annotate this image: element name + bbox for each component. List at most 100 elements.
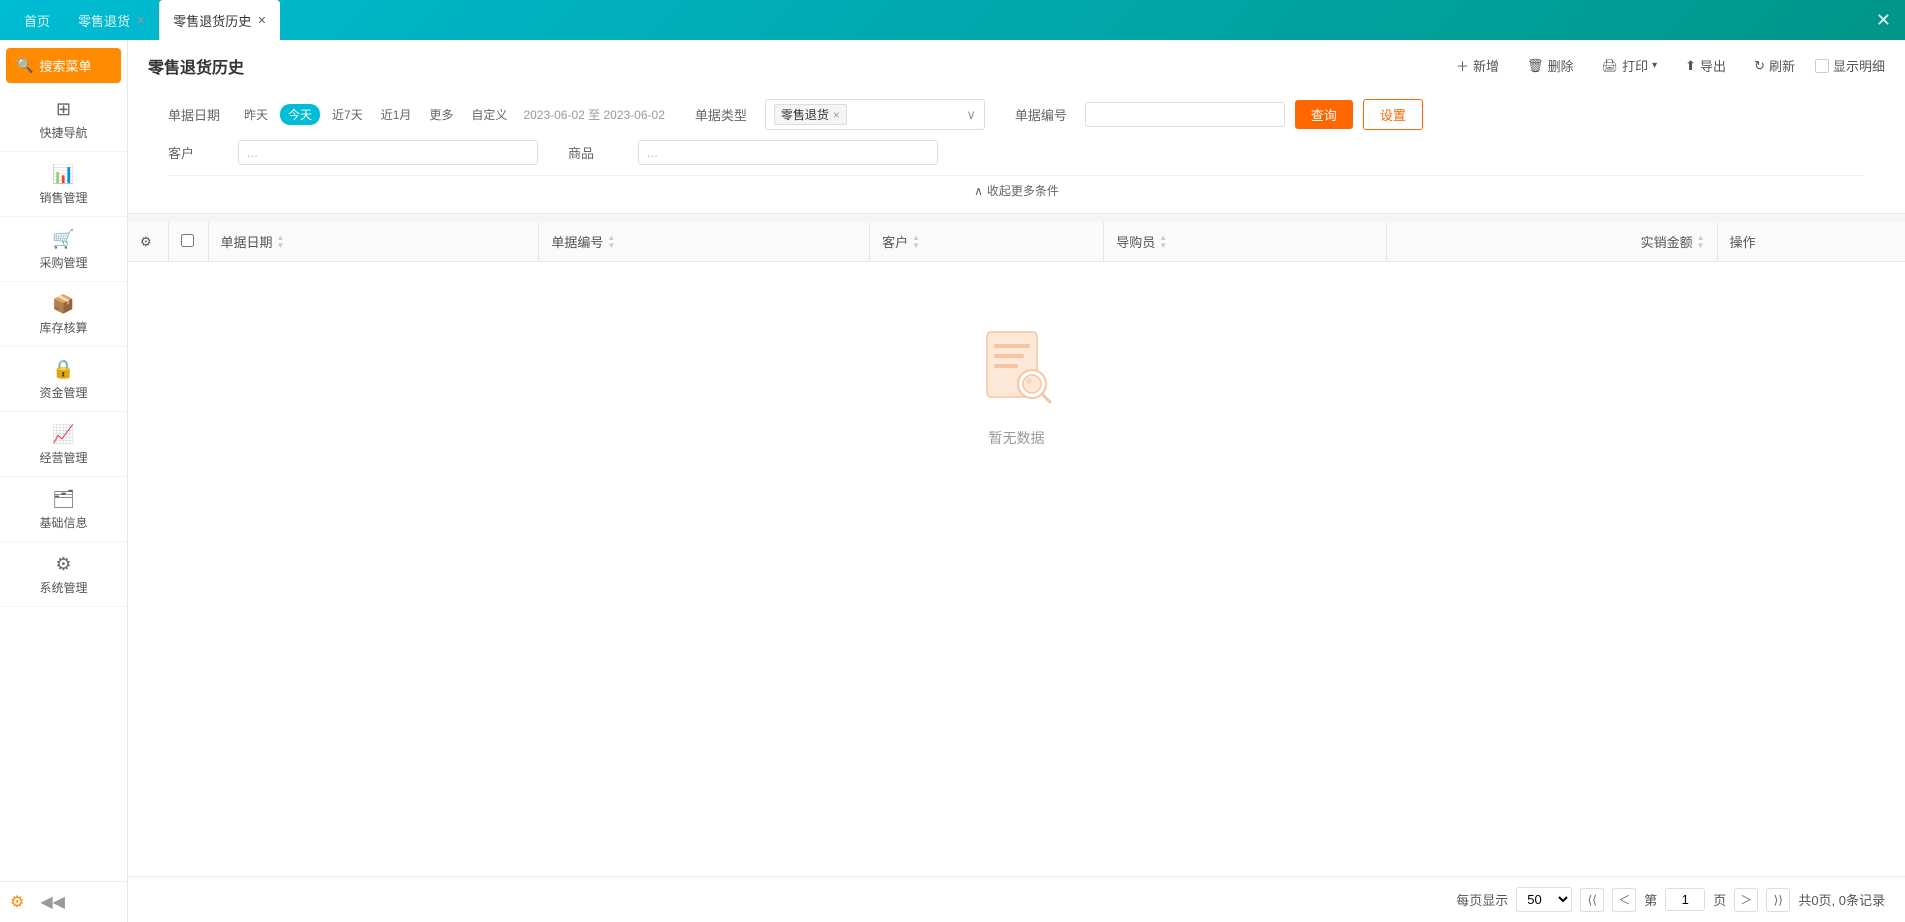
goods-label: 商品 <box>568 143 628 162</box>
query-button[interactable]: 查询 <box>1295 100 1353 129</box>
add-button[interactable]: ＋ 新增 <box>1448 52 1507 79</box>
sidebar-item-inventory[interactable]: 📦 库存核算 <box>0 282 127 347</box>
collapse-bar[interactable]: ∧ 收起更多条件 <box>168 175 1865 205</box>
first-page-button[interactable]: ⟨⟨ <box>1580 888 1604 912</box>
settings-button[interactable]: 设置 <box>1363 99 1423 130</box>
customer-label: 客户 <box>168 143 228 162</box>
filter-row-2: 客户 ... 商品 ... <box>168 140 1865 165</box>
operations-icon: 📈 <box>52 424 74 445</box>
number-label: 单据编号 <box>1015 105 1075 124</box>
th-settings[interactable]: ⚙ <box>128 222 168 262</box>
sidebar-item-quick-nav[interactable]: ⊞ 快捷导航 <box>0 87 127 152</box>
top-bar: 首页 零售退货 ✕ 零售退货历史 ✕ ✕ <box>0 0 1905 40</box>
export-button[interactable]: ⬆ 导出 <box>1677 52 1734 79</box>
th-date[interactable]: 单据日期 ▲ ▼ <box>208 222 539 262</box>
date-btn-today[interactable]: 今天 <box>280 104 320 125</box>
customer-selector[interactable]: ... <box>238 140 538 165</box>
tab-retail-return-history-close[interactable]: ✕ <box>257 14 266 27</box>
main-layout: 🔍 搜索菜单 ⊞ 快捷导航 📊 销售管理 🛒 采购管理 📦 库存核算 🔒 资金管… <box>0 40 1905 922</box>
tab-bar: 首页 零售退货 ✕ 零售退货历史 ✕ <box>10 0 1876 40</box>
show-detail-checkbox[interactable]: 显示明细 <box>1815 56 1885 75</box>
type-tag: 零售退货 × <box>774 104 847 125</box>
tab-retail-return-history[interactable]: 零售退货历史 ✕ <box>159 0 280 40</box>
data-table: ⚙ 单据日期 ▲ ▼ <box>128 222 1905 488</box>
window-close-button[interactable]: ✕ <box>1876 10 1905 31</box>
date-buttons: 昨天 今天 近7天 近1月 更多 自定义 <box>238 104 513 125</box>
filter-area: 单据日期 昨天 今天 近7天 近1月 更多 自定义 2023-06-02 至 2… <box>148 89 1885 213</box>
type-label: 单据类型 <box>695 105 755 124</box>
quick-nav-icon: ⊞ <box>56 99 71 120</box>
type-tag-remove[interactable]: × <box>833 108 840 122</box>
date-btn-more[interactable]: 更多 <box>423 104 459 125</box>
sort-number-icon[interactable]: ▲ ▼ <box>607 234 615 250</box>
page-input[interactable] <box>1665 888 1705 911</box>
sidebar-item-sys-mgmt[interactable]: ⚙ 系统管理 <box>0 542 127 607</box>
export-icon: ⬆ <box>1685 58 1696 74</box>
sidebar-item-purchase-mgmt[interactable]: 🛒 采购管理 <box>0 217 127 282</box>
select-all-checkbox[interactable] <box>181 234 194 247</box>
empty-text: 暂无数据 <box>989 428 1045 448</box>
sort-guide-icon[interactable]: ▲ ▼ <box>1159 234 1167 250</box>
th-number[interactable]: 单据编号 ▲ ▼ <box>539 222 870 262</box>
sidebar-item-base-info[interactable]: 🗂 基础信息 <box>0 477 127 542</box>
empty-state: 暂无数据 <box>128 262 1905 488</box>
sidebar: 🔍 搜索菜单 ⊞ 快捷导航 📊 销售管理 🛒 采购管理 📦 库存核算 🔒 资金管… <box>0 40 128 922</box>
date-btn-7days[interactable]: 近7天 <box>326 104 369 125</box>
show-detail-checkbox-box[interactable] <box>1815 59 1829 73</box>
last-page-button[interactable]: ⟩⟩ <box>1766 888 1790 912</box>
header-actions: ＋ 新增 🗑 删除 🖨 打印 ▾ ⬆ 导出 <box>1448 52 1885 79</box>
delete-button[interactable]: 🗑 删除 <box>1519 52 1582 79</box>
number-input[interactable] <box>1085 102 1285 127</box>
sidebar-search[interactable]: 🔍 搜索菜单 <box>6 48 121 83</box>
next-page-button[interactable]: ＞ <box>1734 888 1758 912</box>
purchase-icon: 🛒 <box>52 229 74 250</box>
sidebar-item-finance[interactable]: 🔒 资金管理 <box>0 347 127 412</box>
empty-illustration <box>972 322 1062 412</box>
settings-gear-icon[interactable]: ⚙ <box>10 892 24 912</box>
total-info: 共0页, 0条记录 <box>1798 890 1885 909</box>
th-checkbox[interactable] <box>168 222 208 262</box>
date-btn-1month[interactable]: 近1月 <box>375 104 418 125</box>
prev-page-button[interactable]: ＜ <box>1612 888 1636 912</box>
type-chevron-icon: ∨ <box>966 107 976 123</box>
date-btn-custom[interactable]: 自定义 <box>465 104 513 125</box>
main-content: 零售退货历史 ＋ 新增 🗑 删除 🖨 打印 ▾ <box>128 40 1905 922</box>
sort-amount-icon[interactable]: ▲ ▼ <box>1697 234 1705 250</box>
sys-icon: ⚙ <box>55 554 71 575</box>
per-page-select[interactable]: 50 10 20 100 <box>1516 887 1572 912</box>
refresh-button[interactable]: ↻ 刷新 <box>1746 52 1803 79</box>
table-header: ⚙ 单据日期 ▲ ▼ <box>128 222 1905 262</box>
sort-date-icon[interactable]: ▲ ▼ <box>277 234 285 250</box>
tab-retail-return-close[interactable]: ✕ <box>136 14 145 27</box>
sidebar-item-sales-mgmt[interactable]: 📊 销售管理 <box>0 152 127 217</box>
th-amount[interactable]: 实销金额 ▲ ▼ <box>1386 222 1717 262</box>
page-title: 零售退货历史 <box>148 54 244 78</box>
type-selector[interactable]: 零售退货 × ∨ <box>765 99 985 130</box>
add-icon: ＋ <box>1456 56 1469 75</box>
th-customer[interactable]: 客户 ▲ ▼ <box>870 222 1104 262</box>
print-icon: 🖨 <box>1602 58 1619 74</box>
tab-retail-return[interactable]: 零售退货 ✕ <box>64 0 159 40</box>
th-guide[interactable]: 导购员 ▲ ▼ <box>1104 222 1386 262</box>
sidebar-bottom: ⚙ ◀◀ <box>0 881 127 922</box>
pagination-bar: 每页显示 50 10 20 100 ⟨⟨ ＜ 第 页 ＞ ⟩⟩ 共0页, 0条记… <box>128 876 1905 922</box>
inventory-icon: 📦 <box>52 294 74 315</box>
sidebar-item-operations[interactable]: 📈 经营管理 <box>0 412 127 477</box>
print-chevron-icon: ▾ <box>1652 60 1657 71</box>
sales-icon: 📊 <box>52 164 74 185</box>
table-header-row: ⚙ 单据日期 ▲ ▼ <box>128 222 1905 262</box>
delete-icon: 🗑 <box>1527 58 1544 74</box>
goods-selector[interactable]: ... <box>638 140 938 165</box>
table-area: ⚙ 单据日期 ▲ ▼ <box>128 222 1905 876</box>
tab-home[interactable]: 首页 <box>10 0 64 40</box>
print-button[interactable]: 🖨 打印 ▾ <box>1594 52 1666 79</box>
finance-icon: 🔒 <box>52 359 74 380</box>
date-btn-yesterday[interactable]: 昨天 <box>238 104 274 125</box>
sort-customer-icon[interactable]: ▲ ▼ <box>912 234 920 250</box>
th-action: 操作 <box>1717 222 1905 262</box>
column-settings-icon[interactable]: ⚙ <box>140 234 152 249</box>
refresh-icon: ↻ <box>1754 58 1765 74</box>
empty-row: 暂无数据 <box>128 262 1905 489</box>
date-label: 单据日期 <box>168 105 228 124</box>
audio-icon[interactable]: ◀◀ <box>40 892 65 912</box>
